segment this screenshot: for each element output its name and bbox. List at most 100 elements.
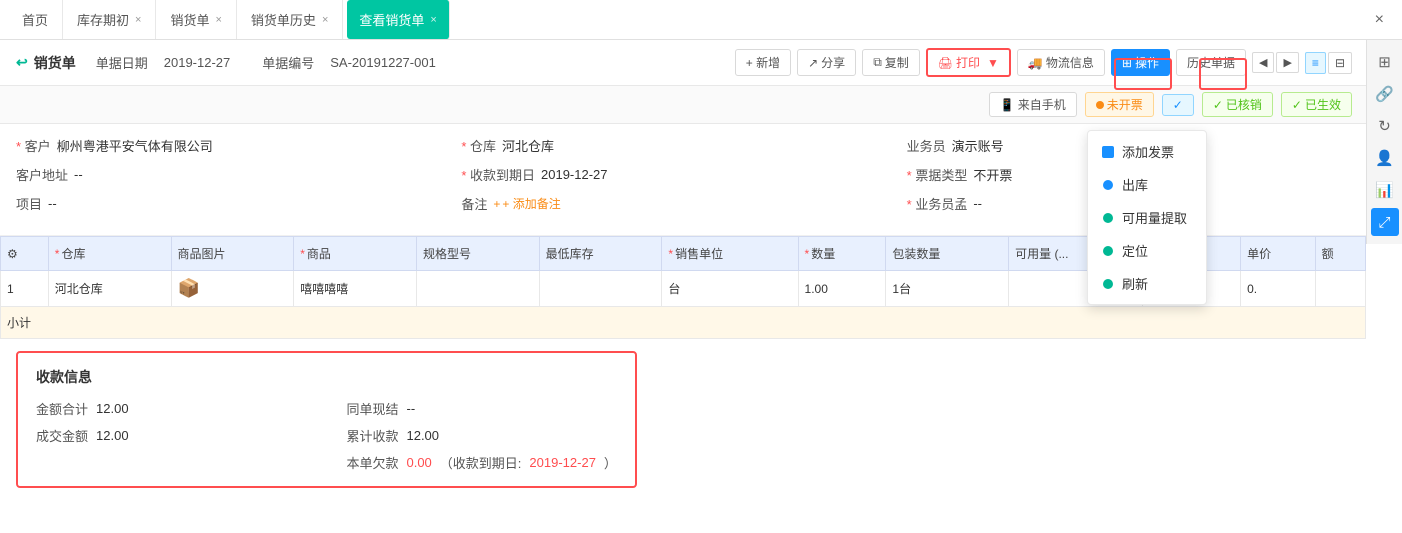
payment-transaction: 成交金额 12.00 bbox=[36, 426, 306, 445]
tab-view-sales[interactable]: 查看销货单 × bbox=[347, 0, 449, 39]
col-min-stock: 最低库存 bbox=[539, 237, 662, 271]
close-tab-history[interactable]: × bbox=[322, 14, 328, 26]
cell-row-num: 1 bbox=[1, 271, 49, 307]
share-button[interactable]: ↗ 分享 bbox=[797, 49, 856, 76]
doc-number-label: 单据编号 bbox=[262, 53, 314, 72]
new-button[interactable]: + 新增 bbox=[735, 49, 791, 76]
dot-orange bbox=[1096, 101, 1104, 109]
salesperson-label: 业务员孟 bbox=[907, 194, 968, 213]
doc-date-value: 2019-12-27 bbox=[164, 55, 231, 70]
sidebar-expand-icon[interactable]: ⤢ bbox=[1371, 208, 1399, 236]
dropdown-out-warehouse[interactable]: 出库 bbox=[1088, 168, 1206, 201]
note-label: 备注 bbox=[461, 194, 487, 213]
close-tab-view[interactable]: × bbox=[430, 14, 436, 26]
warehouse-value: 河北仓库 bbox=[502, 136, 554, 155]
dropdown-refresh[interactable]: 刷新 bbox=[1088, 267, 1206, 300]
list-view-button[interactable]: ≡ bbox=[1305, 52, 1326, 74]
col-amount: 额 bbox=[1315, 237, 1365, 271]
operations-dropdown: 添加发票 出库 可用量提取 定位 刷新 bbox=[1087, 130, 1207, 305]
cell-amount bbox=[1315, 271, 1365, 307]
address-field: 客户地址 -- bbox=[16, 165, 461, 184]
col-product-image: 商品图片 bbox=[171, 237, 294, 271]
payment-same-order: 同单现结 -- bbox=[346, 399, 616, 418]
doc-number-value: SA-20191227-001 bbox=[330, 55, 436, 70]
warehouse-label: 仓库 bbox=[461, 136, 496, 155]
sold-button[interactable]: ✓ 已核销 bbox=[1202, 92, 1273, 117]
copy-button[interactable]: ⧉ 复制 bbox=[862, 49, 920, 76]
grid-ops-icon: ⊞ bbox=[1122, 56, 1132, 70]
payment-amount-total: 金额合计 12.00 bbox=[36, 399, 306, 418]
note-field: 备注 + + 添加备注 bbox=[461, 194, 906, 213]
address-value: -- bbox=[74, 167, 83, 182]
close-window-button[interactable]: × bbox=[1365, 11, 1394, 29]
nav-arrows: ◀ ▶ bbox=[1252, 52, 1299, 73]
tab-bar: 首页 库存期初 × 销货单 × 销货单历史 × 查看销货单 × × bbox=[0, 0, 1402, 40]
col-settings: ⚙ bbox=[1, 237, 49, 271]
project-field: 项目 -- bbox=[16, 194, 461, 213]
not-opened-button[interactable]: 未开票 bbox=[1085, 92, 1154, 117]
available-qty-icon bbox=[1102, 212, 1114, 224]
sidebar-link-icon[interactable]: 🔗 bbox=[1371, 80, 1399, 108]
operations-button[interactable]: ⊞ 操作 bbox=[1111, 49, 1170, 76]
col-quantity: *数量 bbox=[798, 237, 886, 271]
tab-sales-history[interactable]: 销货单历史 × bbox=[237, 0, 343, 39]
copy-icon: ⧉ bbox=[873, 55, 882, 70]
next-record-button[interactable]: ▶ bbox=[1276, 52, 1298, 73]
sidebar-grid-icon[interactable]: ⊞ bbox=[1371, 48, 1399, 76]
cell-min-stock bbox=[539, 271, 662, 307]
history-button[interactable]: 历史单据 bbox=[1176, 49, 1246, 76]
tab-inventory-init[interactable]: 库存期初 × bbox=[63, 0, 156, 39]
prev-record-button[interactable]: ◀ bbox=[1252, 52, 1274, 73]
dropdown-available-qty[interactable]: 可用量提取 bbox=[1088, 201, 1206, 234]
due-date-value: 2019-12-27 bbox=[541, 167, 608, 182]
col-sales-unit: *销售单位 bbox=[662, 237, 798, 271]
view-toggle: ≡ ⊟ bbox=[1305, 52, 1352, 74]
payment-title: 收款信息 bbox=[36, 367, 617, 387]
payment-cumulative: 累计收款 12.00 bbox=[346, 426, 616, 445]
status-bar: 📱 来自手机 未开票 ✓ ✓ 已核销 ✓ 已生效 bbox=[0, 86, 1402, 124]
sidebar-table-icon[interactable]: 📊 bbox=[1371, 176, 1399, 204]
sidebar-sync-icon[interactable]: ↻ bbox=[1371, 112, 1399, 140]
close-tab-sales[interactable]: × bbox=[215, 14, 221, 26]
col-warehouse: *仓库 bbox=[48, 237, 171, 271]
check-icon: ✓ bbox=[1173, 98, 1183, 112]
dropdown-add-invoice[interactable]: 添加发票 bbox=[1088, 135, 1206, 168]
effective-button[interactable]: ✓ 已生效 bbox=[1281, 92, 1352, 117]
due-date-label: 收款到期日 bbox=[461, 165, 535, 184]
customer-field: 客户 柳州粤港平安气体有限公司 bbox=[16, 136, 461, 155]
close-tab-inventory[interactable]: × bbox=[135, 14, 141, 26]
cell-product-image: 📦 bbox=[171, 271, 294, 307]
col-product: *商品 bbox=[294, 237, 417, 271]
grid-view-button[interactable]: ⊟ bbox=[1328, 52, 1352, 74]
sidebar-user-icon[interactable]: 👤 bbox=[1371, 144, 1399, 172]
refresh-icon bbox=[1102, 278, 1114, 290]
project-label: 项目 bbox=[16, 194, 42, 213]
print-dropdown-arrow: ▼ bbox=[987, 56, 999, 70]
doc-icon: ↩ bbox=[16, 54, 28, 71]
ticket-type-label: 票据类型 bbox=[907, 165, 968, 184]
from-phone-button[interactable]: 📱 来自手机 bbox=[989, 92, 1077, 117]
payment-box: 收款信息 金额合计 12.00 同单现结 -- 成交金额 12.00 累计收款 … bbox=[16, 351, 637, 488]
print-button[interactable]: 🖨 打印 ▼ bbox=[926, 48, 1011, 77]
cell-pack-qty: 1台 bbox=[886, 271, 1009, 307]
out-warehouse-icon bbox=[1102, 179, 1114, 191]
locate-icon bbox=[1102, 245, 1114, 257]
cell-unit-price: 0. bbox=[1241, 271, 1315, 307]
tab-sales-order[interactable]: 销货单 × bbox=[156, 0, 236, 39]
document-header: ↩ 销货单 单据日期 2019-12-27 单据编号 SA-20191227-0… bbox=[0, 40, 1402, 86]
add-note-button[interactable]: + + 添加备注 bbox=[493, 195, 560, 212]
payment-grid: 金额合计 12.00 同单现结 -- 成交金额 12.00 累计收款 12.00… bbox=[36, 399, 617, 472]
cell-spec bbox=[416, 271, 539, 307]
settings-icon: ⚙ bbox=[7, 247, 18, 261]
dropdown-locate[interactable]: 定位 bbox=[1088, 234, 1206, 267]
checked-button[interactable]: ✓ bbox=[1162, 94, 1194, 116]
staff-label: 业务员 bbox=[907, 136, 946, 155]
checkmark-sold: ✓ bbox=[1213, 98, 1223, 112]
payment-balance: 本单欠款 0.00 （收款到期日: 2019-12-27 ） bbox=[346, 453, 616, 472]
address-label: 客户地址 bbox=[16, 165, 68, 184]
checkmark-effective: ✓ bbox=[1292, 98, 1302, 112]
logistics-button[interactable]: 🚚 物流信息 bbox=[1017, 49, 1105, 76]
tab-home[interactable]: 首页 bbox=[8, 0, 63, 39]
doc-date-label: 单据日期 bbox=[96, 53, 148, 72]
subtotal-row: 小计 bbox=[1, 307, 1366, 339]
